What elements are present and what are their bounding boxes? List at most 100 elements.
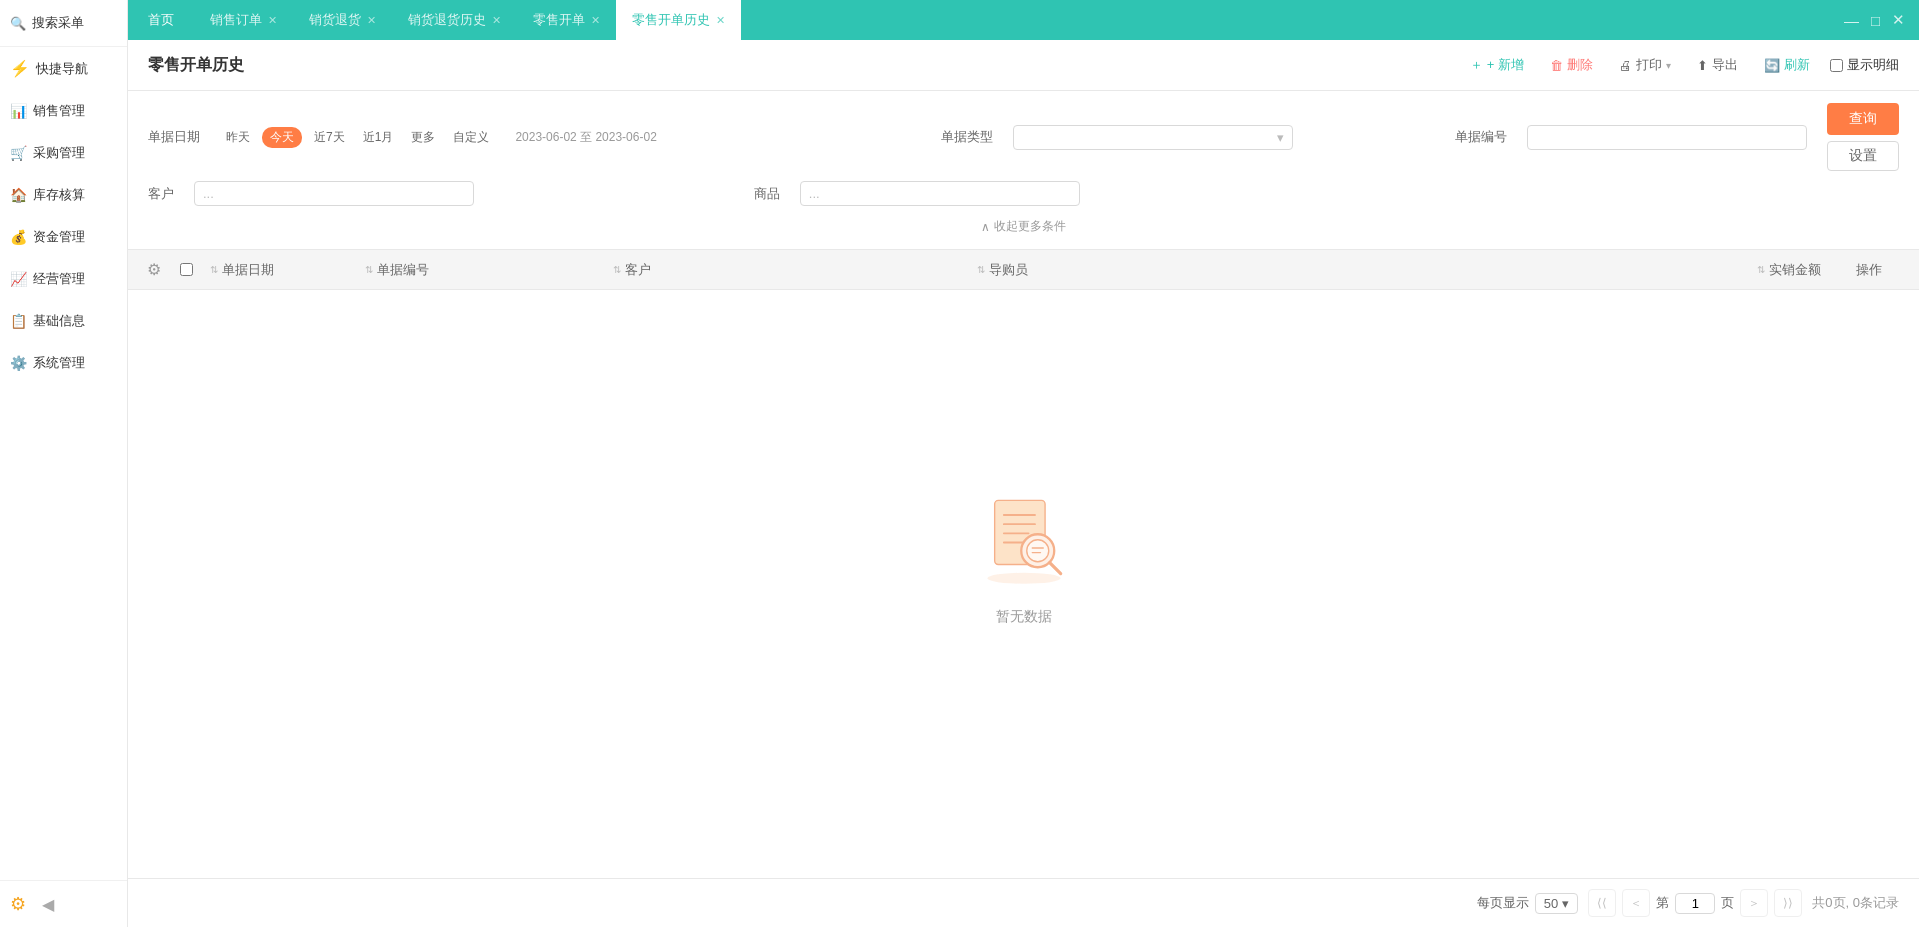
- col-amount-label: 实销金额: [1769, 261, 1821, 279]
- export-label: 导出: [1712, 56, 1738, 74]
- client-filter-label: 客户: [148, 185, 174, 203]
- col-sort-icon: ⇅: [1757, 264, 1765, 275]
- sidebar-search-label: 搜索采单: [32, 14, 84, 32]
- product-select[interactable]: ...: [800, 181, 1080, 206]
- tab-retail-open[interactable]: 零售开单 ✕: [517, 0, 616, 40]
- doc-type-select[interactable]: ▾: [1013, 125, 1293, 150]
- tab-retail-open-history-close[interactable]: ✕: [716, 14, 725, 27]
- select-all-input[interactable]: [180, 263, 193, 276]
- doc-type-dropdown-icon: ▾: [1277, 130, 1284, 145]
- date-opt-last1m[interactable]: 近1月: [357, 127, 400, 148]
- tab-retail-open-history-label: 零售开单历史: [632, 11, 710, 29]
- print-button[interactable]: 🖨 打印 ▾: [1613, 52, 1677, 78]
- refresh-button[interactable]: 🔄 刷新: [1758, 52, 1816, 78]
- minimize-btn[interactable]: —: [1844, 12, 1859, 29]
- sidebar-search[interactable]: 🔍 搜索采单: [0, 0, 127, 47]
- date-opt-last7[interactable]: 近7天: [308, 127, 351, 148]
- query-button[interactable]: 查询: [1827, 103, 1899, 135]
- col-header-amount[interactable]: ⇅ 实销金额: [1639, 261, 1829, 279]
- page-label-after: 页: [1721, 894, 1734, 912]
- date-opt-today[interactable]: 今天: [262, 127, 302, 148]
- product-value: ...: [809, 186, 820, 201]
- per-page-dropdown-icon: ▾: [1562, 896, 1569, 911]
- sidebar-item-label: 库存核算: [33, 186, 85, 204]
- col-guide-label: 导购员: [989, 261, 1028, 279]
- window-controls: — □ ✕: [1844, 11, 1919, 29]
- export-icon: ⬆: [1697, 58, 1708, 73]
- date-opt-more[interactable]: 更多: [405, 127, 441, 148]
- page-first-btn[interactable]: ⟨⟨: [1588, 889, 1616, 917]
- search-icon: 🔍: [10, 16, 26, 31]
- tab-bar: 首页 销售订单 ✕ 销货退货 ✕ 销货退货历史 ✕ 零售开单 ✕ 零售开单历史 …: [128, 0, 1919, 40]
- tab-sales-return-close[interactable]: ✕: [367, 14, 376, 27]
- page-prev-btn[interactable]: ＜: [1622, 889, 1650, 917]
- table-area: ⚙ ⇅ 单据日期 ⇅ 单据编号 ⇅ 客户 ⇅ 导购员: [128, 250, 1919, 878]
- export-button[interactable]: ⬆ 导出: [1691, 52, 1744, 78]
- tab-sales-order-label: 销售订单: [210, 11, 262, 29]
- query-buttons: 查询 设置: [1827, 103, 1899, 171]
- sidebar-item-sales-mgmt[interactable]: 📊 销售管理: [0, 90, 127, 132]
- sidebar-item-finance[interactable]: 💰 资金管理: [0, 216, 127, 258]
- page-title: 零售开单历史: [148, 55, 244, 76]
- tab-sales-return-history-label: 销货退货历史: [408, 11, 486, 29]
- sidebar-item-quick-nav[interactable]: ⚡ 快捷导航: [0, 47, 127, 90]
- date-opt-custom[interactable]: 自定义: [447, 127, 495, 148]
- maximize-btn[interactable]: □: [1871, 12, 1880, 29]
- add-label: + 新增: [1487, 56, 1524, 74]
- date-opt-yesterday[interactable]: 昨天: [220, 127, 256, 148]
- col-header-client[interactable]: ⇅ 客户: [605, 261, 969, 279]
- tab-home[interactable]: 首页: [128, 0, 194, 40]
- sidebar-item-label: 系统管理: [33, 354, 85, 372]
- show-detail-label: 显示明细: [1847, 56, 1899, 74]
- sidebar-item-purchase-mgmt[interactable]: 🛒 采购管理: [0, 132, 127, 174]
- per-page-value: 50: [1544, 896, 1558, 911]
- add-icon: ＋: [1470, 56, 1483, 74]
- tab-sales-order[interactable]: 销售订单 ✕: [194, 0, 293, 40]
- tab-retail-open-history[interactable]: 零售开单历史 ✕: [616, 0, 741, 40]
- col-sort-icon: ⇅: [977, 264, 985, 275]
- col-header-date[interactable]: ⇅ 单据日期: [202, 261, 357, 279]
- table-settings-btn[interactable]: ⚙: [138, 260, 170, 279]
- page-input[interactable]: [1675, 893, 1715, 914]
- sidebar-bottom: ⚙ ◀: [0, 880, 127, 927]
- collapse-button[interactable]: ∧ 收起更多条件: [969, 216, 1078, 237]
- settings-button[interactable]: 设置: [1827, 141, 1899, 171]
- collapse-row: ∧ 收起更多条件: [148, 216, 1899, 237]
- close-btn[interactable]: ✕: [1892, 11, 1905, 29]
- show-detail-checkbox[interactable]: [1830, 59, 1843, 72]
- settings-icon[interactable]: ⚙: [10, 893, 26, 915]
- finance-icon: 💰: [10, 229, 27, 245]
- col-header-num[interactable]: ⇅ 单据编号: [357, 261, 605, 279]
- client-select[interactable]: ...: [194, 181, 474, 206]
- tab-sales-order-close[interactable]: ✕: [268, 14, 277, 27]
- page-last-btn[interactable]: ⟩⟩: [1774, 889, 1802, 917]
- empty-text: 暂无数据: [996, 608, 1052, 626]
- delete-button[interactable]: 🗑 删除: [1544, 52, 1599, 78]
- sidebar-item-label: 基础信息: [33, 312, 85, 330]
- doc-num-input[interactable]: [1527, 125, 1807, 150]
- tab-sales-return-history-close[interactable]: ✕: [492, 14, 501, 27]
- table-select-all-checkbox[interactable]: [170, 263, 202, 276]
- tab-retail-open-close[interactable]: ✕: [591, 14, 600, 27]
- sidebar-item-inventory[interactable]: 🏠 库存核算: [0, 174, 127, 216]
- col-header-guide[interactable]: ⇅ 导购员: [969, 261, 1159, 279]
- page-size-dropdown[interactable]: 50 ▾: [1535, 893, 1578, 914]
- sidebar-item-basic-info[interactable]: 📋 基础信息: [0, 300, 127, 342]
- tab-sales-return-history[interactable]: 销货退货历史 ✕: [392, 0, 517, 40]
- show-detail-check[interactable]: 显示明细: [1830, 56, 1899, 74]
- tab-sales-return-label: 销货退货: [309, 11, 361, 29]
- page-next-btn[interactable]: ＞: [1740, 889, 1768, 917]
- inventory-icon: 🏠: [10, 187, 27, 203]
- refresh-icon: 🔄: [1764, 58, 1780, 73]
- content-area: 零售开单历史 ＋ + 新增 🗑 删除 🖨 打印 ▾ ⬆ 导出: [128, 40, 1919, 927]
- date-options: 昨天 今天 近7天 近1月 更多 自定义: [220, 127, 495, 148]
- main-area: 首页 销售订单 ✕ 销货退货 ✕ 销货退货历史 ✕ 零售开单 ✕ 零售开单历史 …: [128, 0, 1919, 927]
- collapse-icon[interactable]: ◀: [42, 895, 54, 914]
- add-button[interactable]: ＋ + 新增: [1464, 52, 1530, 78]
- col-date-label: 单据日期: [222, 261, 274, 279]
- sidebar-item-operations[interactable]: 📈 经营管理: [0, 258, 127, 300]
- sidebar-item-system-mgmt[interactable]: ⚙️ 系统管理: [0, 342, 127, 384]
- tab-sales-return[interactable]: 销货退货 ✕: [293, 0, 392, 40]
- sales-mgmt-icon: 📊: [10, 103, 27, 119]
- delete-label: 删除: [1567, 56, 1593, 74]
